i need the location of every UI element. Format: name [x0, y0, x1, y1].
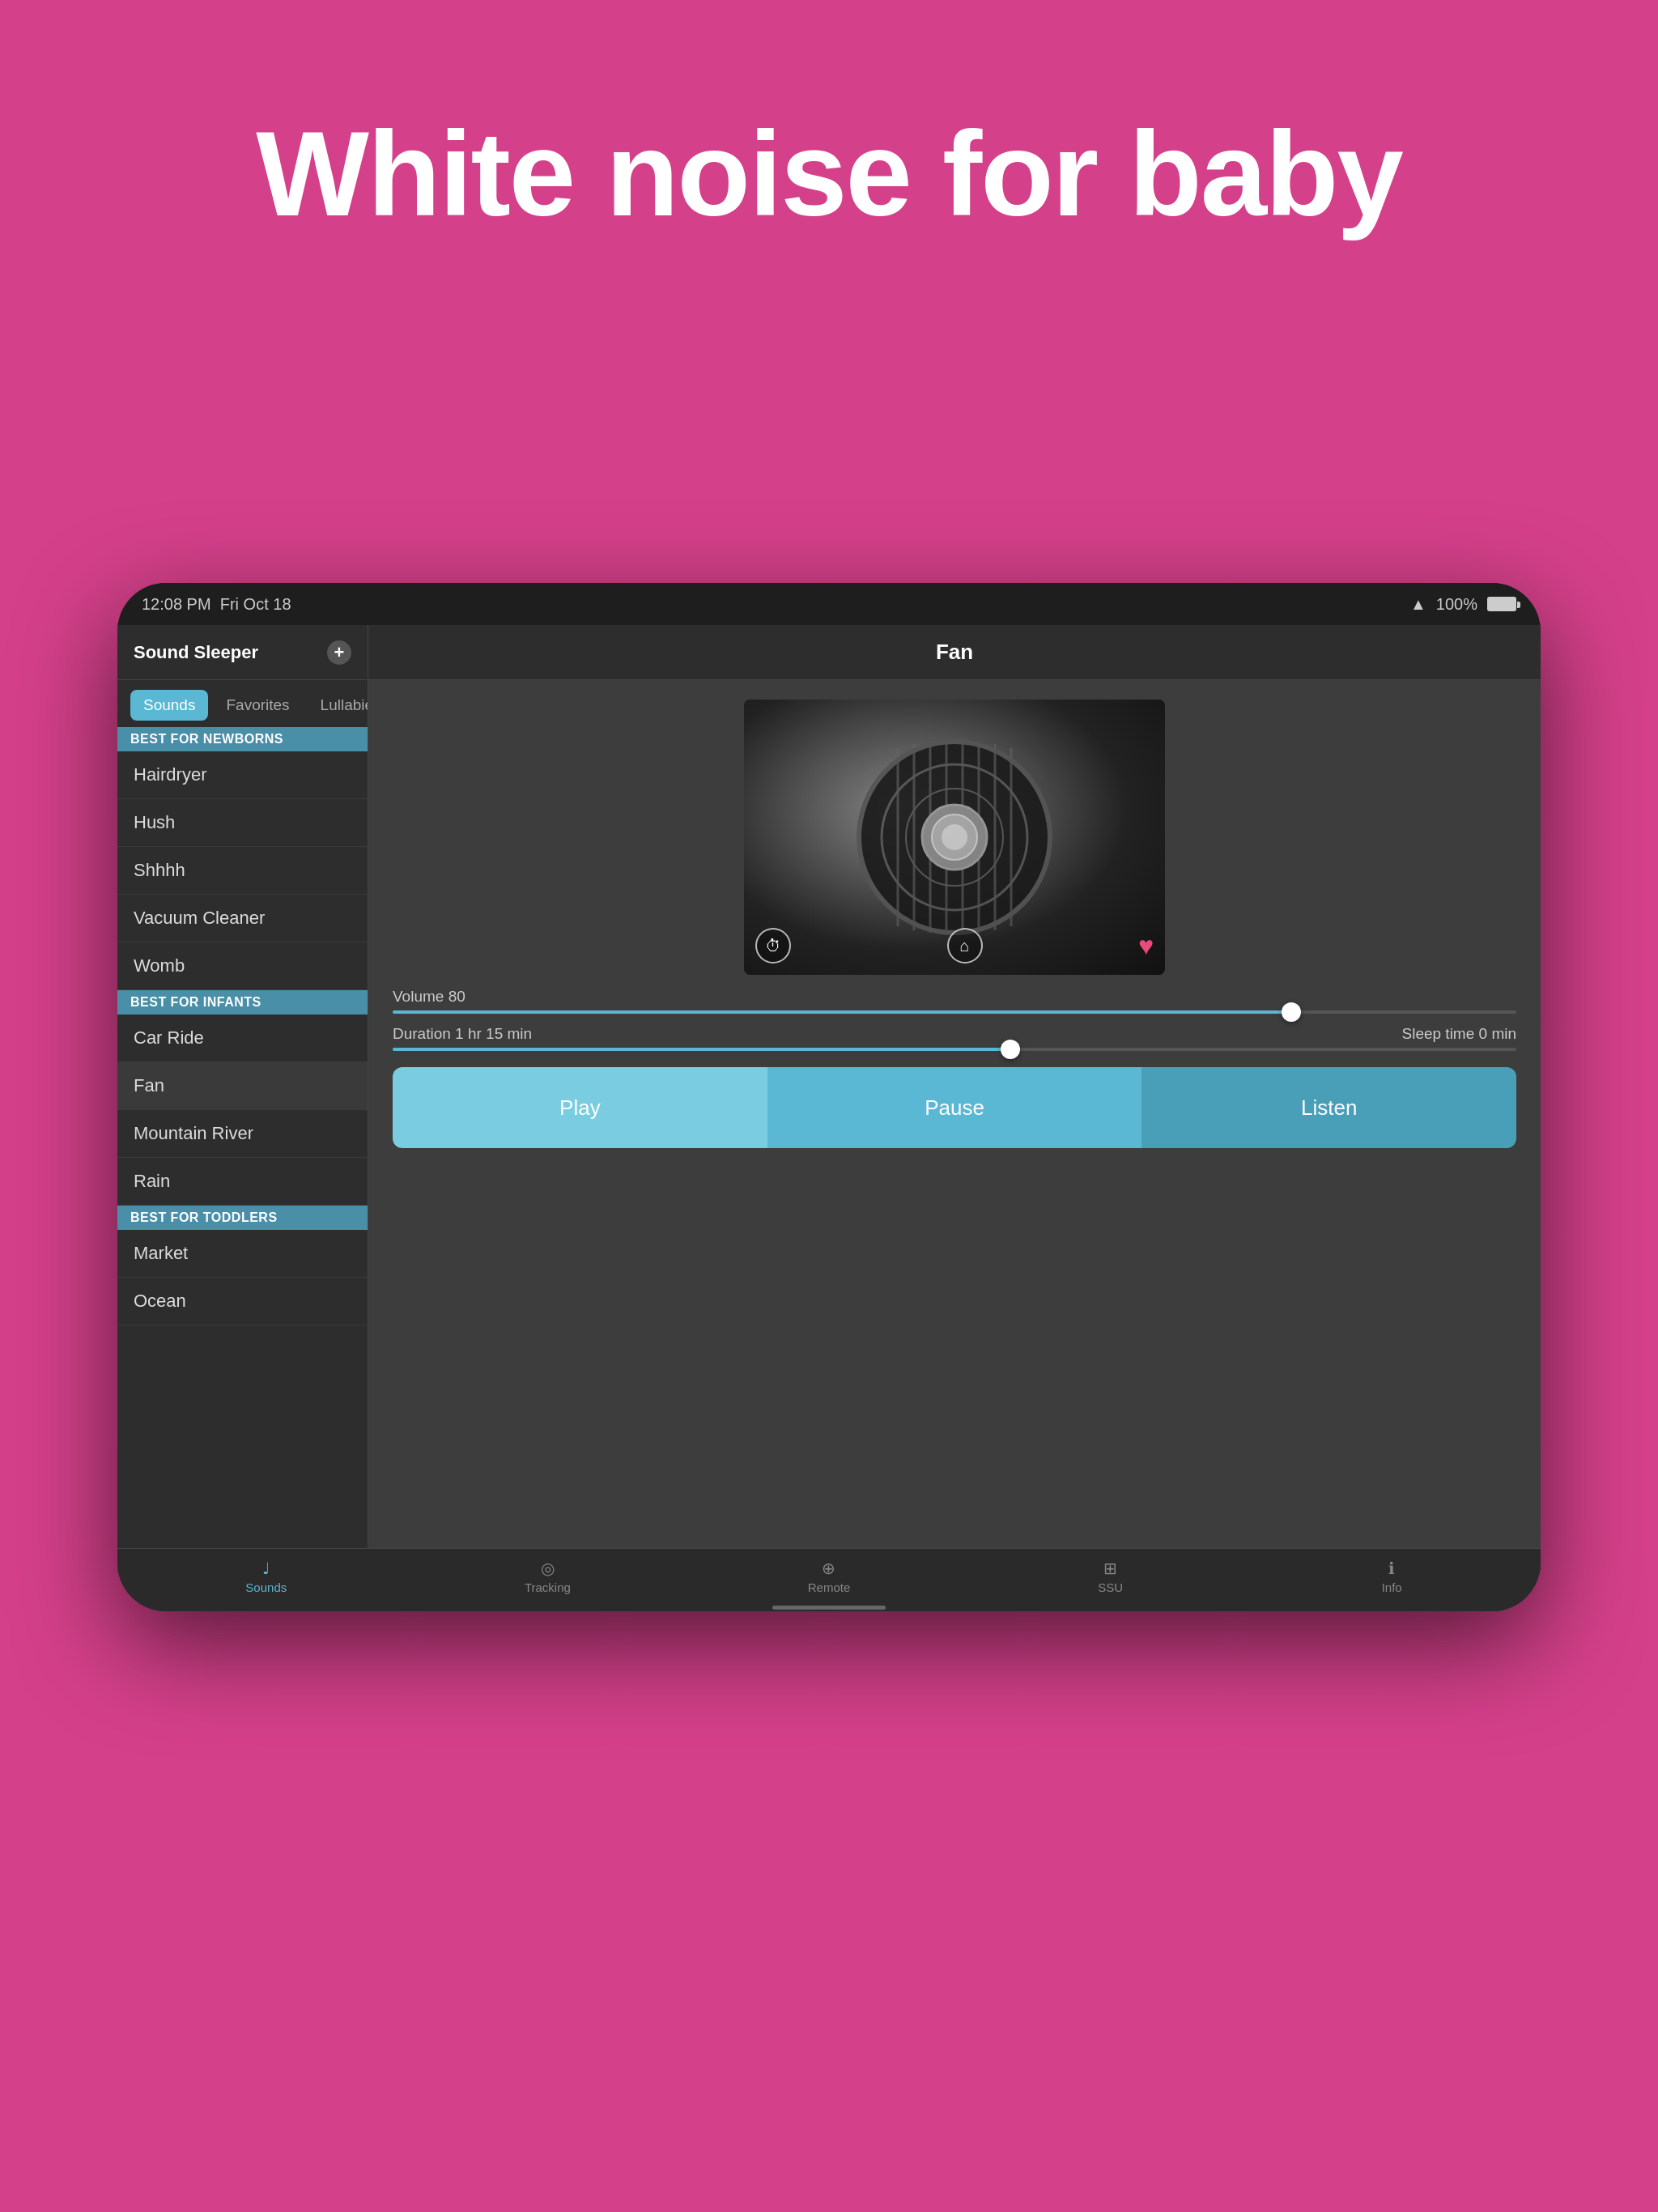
tab-lullabies[interactable]: Lullabies — [308, 690, 368, 721]
current-sound-title: Fan — [368, 640, 1541, 665]
app-body: Sounds Favorites Lullabies BEST FOR NEWB… — [117, 680, 1541, 1548]
play-button[interactable]: Play — [393, 1067, 767, 1148]
category-infants: BEST FOR INFANTS — [117, 990, 368, 1015]
pause-button[interactable]: Pause — [767, 1067, 1142, 1148]
listen-button[interactable]: Listen — [1141, 1067, 1516, 1148]
duration-fill — [393, 1048, 1010, 1051]
tab-sounds[interactable]: Sounds — [130, 690, 208, 721]
status-bar: 12:08 PM Fri Oct 18 ▲ 100% — [117, 583, 1541, 625]
app-header: Sound Sleeper + Fan — [117, 625, 1541, 680]
ssu-tab-label: SSU — [1098, 1580, 1123, 1594]
sidebar-header: Sound Sleeper + — [117, 625, 368, 679]
battery-indicator: 100% — [1436, 595, 1477, 614]
remote-tab-icon: ⊕ — [822, 1559, 835, 1578]
tracking-tab-icon: ◎ — [541, 1559, 555, 1578]
volume-label: Volume 80 — [393, 988, 466, 1006]
volume-thumb — [1282, 1002, 1301, 1022]
tablet-device: 12:08 PM Fri Oct 18 ▲ 100% Sound Sleeper… — [117, 583, 1541, 1611]
volume-slider[interactable] — [393, 1010, 1516, 1014]
fan-overlay-icons: ⏱ ⌂ ♥ — [755, 928, 1154, 963]
fan-svg — [849, 732, 1060, 942]
sound-car-ride[interactable]: Car Ride — [117, 1015, 368, 1062]
home-bar — [772, 1606, 886, 1610]
sidebar-list: BEST FOR NEWBORNS Hairdryer Hush Shhhh V… — [117, 727, 368, 1548]
fan-visual: ⏱ ⌂ ♥ — [744, 700, 1165, 975]
sleep-time-label: Sleep time 0 min — [1401, 1025, 1516, 1043]
category-newborns: BEST FOR NEWBORNS — [117, 727, 368, 751]
bottom-tab-bar: ♩ Sounds ◎ Tracking ⊕ Remote ⊞ SSU ℹ I — [117, 1548, 1541, 1603]
action-buttons: Play Pause Listen — [393, 1067, 1516, 1148]
app-content: Sound Sleeper + Fan Sounds Favorites Lul… — [117, 625, 1541, 1611]
app-name: Sound Sleeper — [134, 642, 258, 663]
home-indicator — [117, 1603, 1541, 1611]
tab-ssu-bottom[interactable]: ⊞ SSU — [1078, 1559, 1143, 1594]
sound-mountain-river[interactable]: Mountain River — [117, 1110, 368, 1158]
tab-favorites[interactable]: Favorites — [213, 690, 302, 721]
main-content: ⏱ ⌂ ♥ Volume 80 — [368, 680, 1541, 1548]
tab-info-bottom[interactable]: ℹ Info — [1359, 1559, 1424, 1594]
controls-section: Volume 80 Duration 1 hr 15 min Sle — [393, 988, 1516, 1051]
sound-womb[interactable]: Womb — [117, 942, 368, 990]
duration-thumb — [1001, 1040, 1020, 1059]
volume-fill — [393, 1010, 1291, 1014]
battery-icon — [1487, 597, 1516, 611]
sound-market[interactable]: Market — [117, 1230, 368, 1278]
sound-vacuum-cleaner[interactable]: Vacuum Cleaner — [117, 895, 368, 942]
info-tab-label: Info — [1382, 1580, 1402, 1594]
sounds-tab-icon: ♩ — [262, 1559, 270, 1578]
status-time: 12:08 PM Fri Oct 18 — [142, 595, 291, 614]
remote-tab-label: Remote — [808, 1580, 851, 1594]
duration-slider[interactable] — [393, 1048, 1516, 1051]
tab-tracking-bottom[interactable]: ◎ Tracking — [515, 1559, 580, 1594]
page-title: White noise for baby — [0, 105, 1658, 243]
sidebar: Sounds Favorites Lullabies BEST FOR NEWB… — [117, 680, 368, 1548]
fan-image: ⏱ ⌂ ♥ — [744, 700, 1165, 975]
duration-label: Duration 1 hr 15 min — [393, 1025, 532, 1043]
sound-shhhh[interactable]: Shhhh — [117, 847, 368, 895]
sound-hush[interactable]: Hush — [117, 799, 368, 847]
wifi-icon: ▲ — [1410, 595, 1426, 614]
sound-rain[interactable]: Rain — [117, 1158, 368, 1206]
sounds-tab-label: Sounds — [245, 1580, 287, 1594]
favorite-button[interactable]: ♥ — [1138, 931, 1154, 961]
timer-button[interactable]: ⏱ — [755, 928, 791, 963]
tab-sounds-bottom[interactable]: ♩ Sounds — [234, 1559, 299, 1594]
tab-remote-bottom[interactable]: ⊕ Remote — [797, 1559, 861, 1594]
ssu-tab-icon: ⊞ — [1103, 1559, 1117, 1578]
svg-point-11 — [942, 824, 967, 850]
settings-button[interactable]: ⌂ — [947, 928, 983, 963]
sound-ocean[interactable]: Ocean — [117, 1278, 368, 1325]
sound-fan[interactable]: Fan — [117, 1062, 368, 1110]
sound-hairdryer[interactable]: Hairdryer — [117, 751, 368, 799]
category-toddlers: BEST FOR TODDLERS — [117, 1206, 368, 1230]
sidebar-tabs: Sounds Favorites Lullabies — [117, 680, 368, 727]
add-button[interactable]: + — [327, 640, 351, 665]
page-background: White noise for baby 12:08 PM Fri Oct 18… — [0, 0, 1658, 2212]
tracking-tab-label: Tracking — [525, 1580, 571, 1594]
info-tab-icon: ℹ — [1388, 1559, 1395, 1578]
